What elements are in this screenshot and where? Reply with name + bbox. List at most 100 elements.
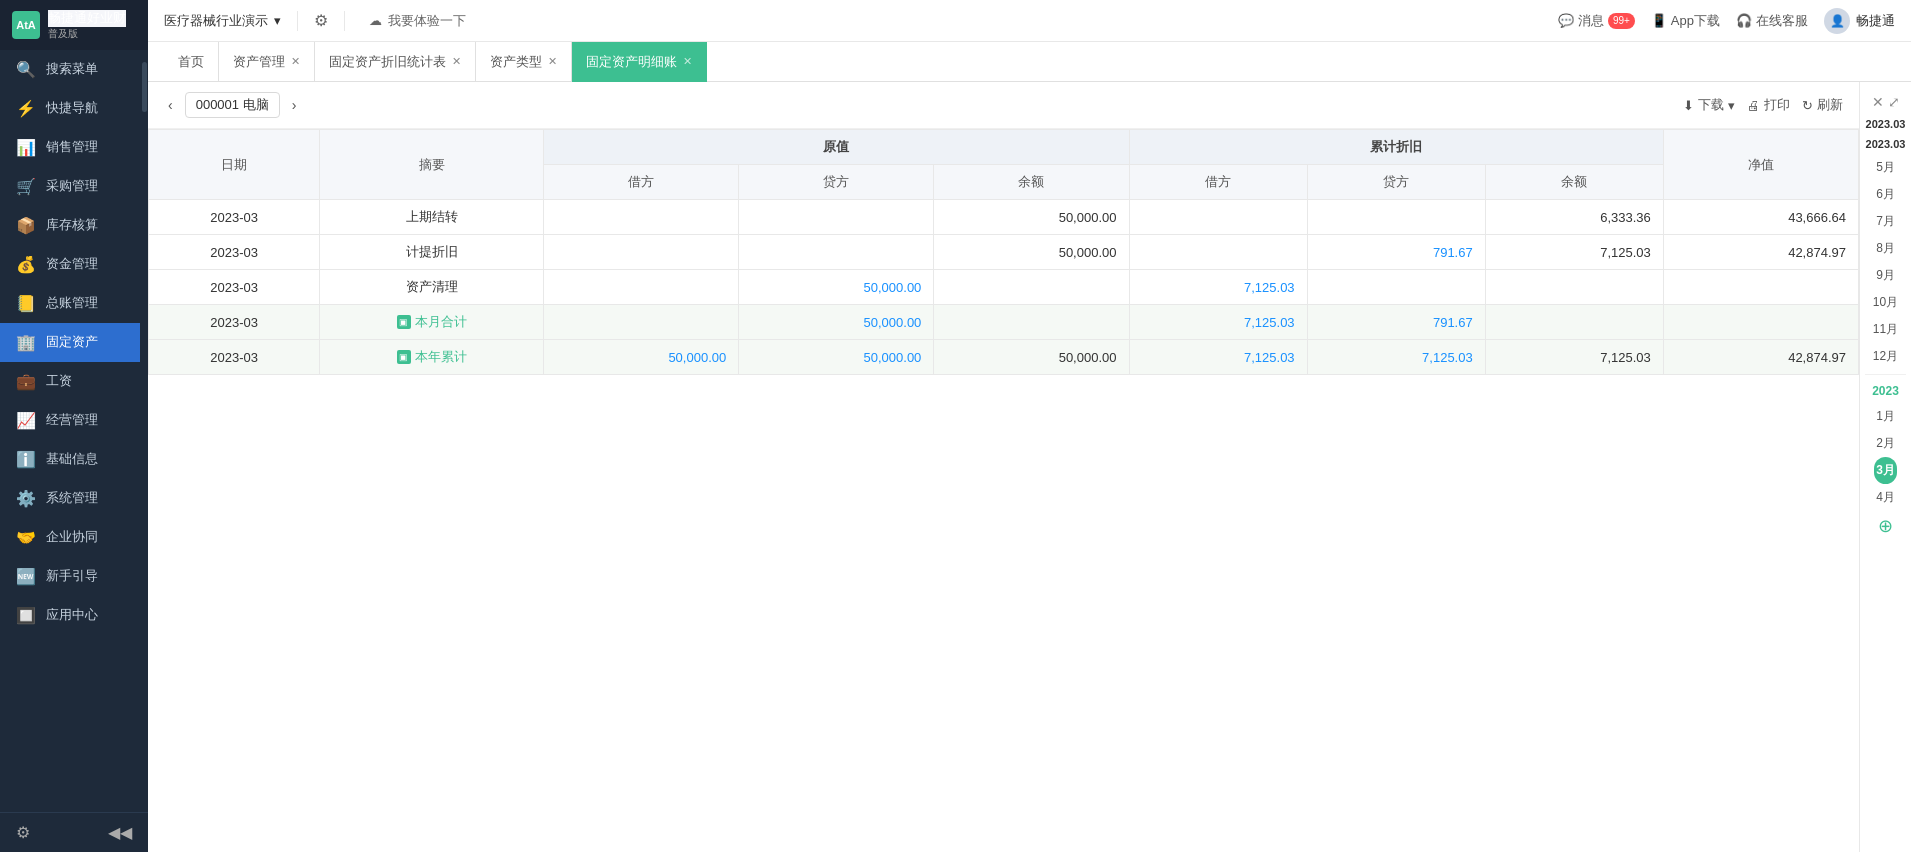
sidebar-item-funds[interactable]: 💰 资金管理 (0, 245, 140, 284)
sidebar-item-operations-label: 经营管理 (46, 411, 98, 429)
ledger-icon: 📒 (16, 294, 36, 313)
purchase-icon: 🛒 (16, 177, 36, 196)
tab-depreciation-stat[interactable]: 固定资产折旧统计表 ✕ (315, 42, 476, 82)
service-btn[interactable]: 🎧 在线客服 (1736, 12, 1808, 30)
sidebar-item-basic-info-label: 基础信息 (46, 450, 98, 468)
sales-icon: 📊 (16, 138, 36, 157)
sidebar-item-inventory[interactable]: 📦 库存核算 (0, 206, 140, 245)
cell-summary-3: ▣本月合计 (320, 305, 544, 340)
cell-orig-debit-4: 50,000.00 (544, 340, 739, 375)
sidebar-item-fixed-assets[interactable]: 🏢 固定资产 (0, 323, 140, 362)
panel-month-pre-5月[interactable]: 5月 (1871, 154, 1900, 181)
panel-year-2023: 2023 (1860, 379, 1911, 403)
sidebar-bottom: ⚙ ◀◀ (0, 812, 148, 852)
sidebar-item-fixed-assets-label: 固定资产 (46, 333, 98, 351)
download-toolbar-label: 下载 (1698, 96, 1724, 114)
prev-asset-btn[interactable]: ‹ (164, 94, 177, 116)
cell-summary-2: 资产清理 (320, 270, 544, 305)
cell-acc-debit-4: 7,125.03 (1129, 340, 1307, 375)
search-icon: 🔍 (16, 60, 36, 79)
basic-info-icon: ℹ️ (16, 450, 36, 469)
page-content: ‹ 000001 电脑 › ⬇ 下载 ▾ 🖨 打印 (148, 82, 1859, 852)
tab-asset-mgmt[interactable]: 资产管理 ✕ (219, 42, 315, 82)
download-toolbar-btn[interactable]: ⬇ 下载 ▾ (1683, 96, 1735, 114)
service-icon: 🎧 (1736, 13, 1752, 28)
th-acc-debit: 借方 (1129, 165, 1307, 200)
panel-month-pre-7月[interactable]: 7月 (1871, 208, 1900, 235)
sidebar-item-system[interactable]: ⚙️ 系统管理 (0, 479, 140, 518)
tab-home-label: 首页 (178, 53, 204, 71)
tab-asset-type[interactable]: 资产类型 ✕ (476, 42, 572, 82)
panel-month-2023-3月[interactable]: 3月 (1874, 457, 1897, 484)
sidebar-item-salary[interactable]: 💼 工资 (0, 362, 140, 401)
experience-btn[interactable]: ☁ 我要体验一下 (369, 12, 466, 30)
sidebar-item-basic-info[interactable]: ℹ️ 基础信息 (0, 440, 140, 479)
sidebar-item-operations[interactable]: 📈 经营管理 (0, 401, 140, 440)
panel-month-pre-11月[interactable]: 11月 (1871, 316, 1900, 343)
panel-month-2023-4月[interactable]: 4月 (1874, 484, 1897, 511)
th-acc-credit: 贷方 (1307, 165, 1485, 200)
th-net: 净值 (1663, 130, 1858, 200)
sidebar-item-sales[interactable]: 📊 销售管理 (0, 128, 140, 167)
quicknav-icon: ⚡ (16, 99, 36, 118)
tab-asset-detail[interactable]: 固定资产明细账 ✕ (572, 42, 707, 82)
print-btn[interactable]: 🖨 打印 (1747, 96, 1790, 114)
cooperation-icon: 🤝 (16, 528, 36, 547)
panel-scroll-down[interactable]: ⊕ (1878, 515, 1893, 537)
cell-acc-balance-3 (1485, 305, 1663, 340)
sidebar-item-cooperation[interactable]: 🤝 企业协同 (0, 518, 140, 557)
tab-asset-mgmt-close[interactable]: ✕ (291, 55, 300, 68)
panel-close-icon[interactable]: ✕ (1872, 94, 1884, 110)
cell-orig-credit-2: 50,000.00 (739, 270, 934, 305)
cell-acc-credit-2 (1307, 270, 1485, 305)
next-asset-btn[interactable]: › (288, 94, 301, 116)
panel-month-pre-12月[interactable]: 12月 (1871, 343, 1900, 370)
sidebar-item-guide[interactable]: 🆕 新手引导 (0, 557, 140, 596)
settings-bottom-icon[interactable]: ⚙ (16, 823, 30, 842)
tab-depreciation-stat-close[interactable]: ✕ (452, 55, 461, 68)
sidebar-item-sales-label: 销售管理 (46, 138, 98, 156)
asset-navigation: ‹ 000001 电脑 › (164, 92, 300, 118)
panel-month-pre-9月[interactable]: 9月 (1871, 262, 1900, 289)
table-container: 日期 摘要 原值 累计折旧 净值 借方 贷方 余额 借方 贷方 余额 (148, 129, 1859, 852)
topbar-settings-icon[interactable]: ⚙ (314, 11, 328, 30)
th-orig-debit: 借方 (544, 165, 739, 200)
cell-orig-credit-0 (739, 200, 934, 235)
tab-home[interactable]: 首页 (164, 42, 219, 82)
tab-asset-type-label: 资产类型 (490, 53, 542, 71)
messages-btn[interactable]: 💬 消息 99+ (1558, 12, 1635, 30)
download-btn[interactable]: 📱 App下载 (1651, 12, 1720, 30)
asset-detail-table: 日期 摘要 原值 累计折旧 净值 借方 贷方 余额 借方 贷方 余额 (148, 129, 1859, 375)
cell-date-1: 2023-03 (149, 235, 320, 270)
app-edition: 普及版 (48, 27, 126, 40)
cell-orig-credit-3: 50,000.00 (739, 305, 934, 340)
sidebar-item-ledger[interactable]: 📒 总账管理 (0, 284, 140, 323)
panel-month-pre-6月[interactable]: 6月 (1871, 181, 1900, 208)
main-area: 医疗器械行业演示 ▾ ⚙ ☁ 我要体验一下 💬 消息 99+ 📱 App下载 🎧… (148, 0, 1911, 852)
refresh-btn[interactable]: ↻ 刷新 (1802, 96, 1843, 114)
collapse-icon[interactable]: ◀◀ (108, 823, 132, 842)
cell-orig-credit-1 (739, 235, 934, 270)
cell-orig-debit-0 (544, 200, 739, 235)
company-selector[interactable]: 医疗器械行业演示 ▾ (164, 12, 281, 30)
tab-asset-type-close[interactable]: ✕ (548, 55, 557, 68)
sidebar-item-search[interactable]: 🔍 搜索菜单 (0, 50, 140, 89)
cell-net-0: 43,666.64 (1663, 200, 1858, 235)
panel-expand-icon[interactable]: ⤢ (1888, 94, 1900, 110)
user-area[interactable]: 👤 畅捷通 (1824, 8, 1895, 34)
panel-month-pre-10月[interactable]: 10月 (1871, 289, 1900, 316)
cell-orig-credit-4: 50,000.00 (739, 340, 934, 375)
panel-month-pre-8月[interactable]: 8月 (1871, 235, 1900, 262)
user-avatar: 👤 (1824, 8, 1850, 34)
sidebar-item-quicknav[interactable]: ⚡ 快捷导航 (0, 89, 140, 128)
cell-acc-debit-3: 7,125.03 (1129, 305, 1307, 340)
company-name: 医疗器械行业演示 (164, 12, 268, 30)
sidebar-item-purchase[interactable]: 🛒 采购管理 (0, 167, 140, 206)
sidebar-item-appstore[interactable]: 🔲 应用中心 (0, 596, 140, 635)
panel-month-2023-1月[interactable]: 1月 (1874, 403, 1897, 430)
tab-depreciation-stat-label: 固定资产折旧统计表 (329, 53, 446, 71)
experience-label: 我要体验一下 (388, 12, 466, 30)
panel-month-2023-2月[interactable]: 2月 (1874, 430, 1897, 457)
tab-asset-detail-close[interactable]: ✕ (683, 55, 692, 68)
cell-summary-4: ▣本年累计 (320, 340, 544, 375)
